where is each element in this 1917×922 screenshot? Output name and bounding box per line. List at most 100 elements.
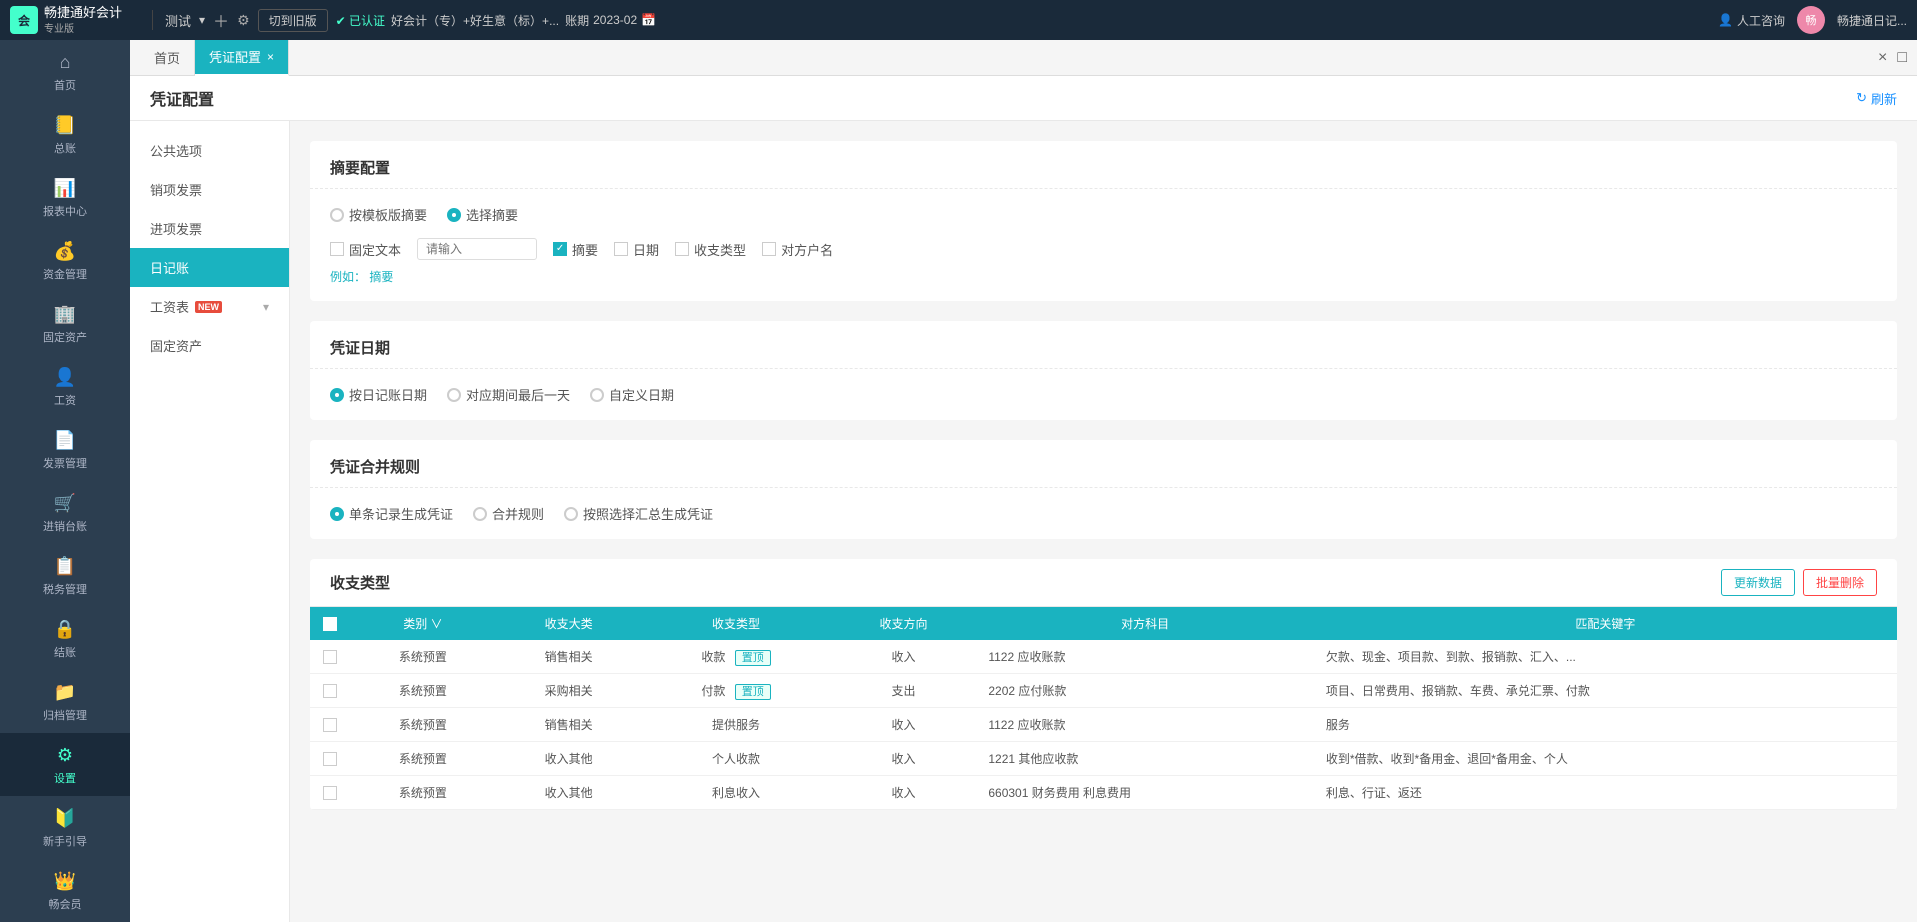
checkbox-summary-box xyxy=(553,242,567,256)
switch-old-version-button[interactable]: 切到旧版 xyxy=(258,9,328,32)
radio-custom-date-circle xyxy=(590,388,604,402)
td-checkbox-3[interactable] xyxy=(310,742,350,776)
table-row: 系统预置 销售相关 收款 置顶 收入 1122 应收账款 欠款、现金、项目款、到… xyxy=(310,640,1897,674)
sidebar-item-member[interactable]: 👑 畅会员 xyxy=(0,859,130,922)
radio-summary-gen[interactable]: 按照选择汇总生成凭证 xyxy=(564,504,713,523)
tab-maximize-button[interactable]: □ xyxy=(1897,49,1907,67)
td-checkbox-4[interactable] xyxy=(310,776,350,810)
funds-icon: 💰 xyxy=(54,241,76,262)
td-direction-0: 收入 xyxy=(831,640,977,674)
left-nav: 公共选项 销项发票 进项发票 日记账 工资表 NEW ▾ 固定资产 xyxy=(130,121,290,922)
td-direction-1: 支出 xyxy=(831,674,977,708)
td-keyword-2: 服务 xyxy=(1314,708,1897,742)
td-checkbox-2[interactable] xyxy=(310,708,350,742)
settings-icon[interactable]: ⚙ xyxy=(237,12,250,29)
checkbox-fixed-text[interactable]: 固定文本 xyxy=(330,240,401,259)
sidebar-item-payroll[interactable]: 👤 工资 xyxy=(0,355,130,418)
td-small-type-0: 收款 置顶 xyxy=(642,640,831,674)
td-account-1: 2202 应付账款 xyxy=(976,674,1314,708)
td-direction-2: 收入 xyxy=(831,708,977,742)
radio-select[interactable]: 选择摘要 xyxy=(447,205,518,224)
topbar: 会 畅捷通好会计 专业版 测试 ▾ ＋ ⚙ 切到旧版 ✔ 已认证 好会计（专）+… xyxy=(0,0,1917,40)
date-radio-group: 按日记账日期 对应期间最后一天 自定义日期 xyxy=(330,385,1877,404)
income-expense-title: 收支类型 xyxy=(330,572,390,593)
example-text: 例如： 摘要 xyxy=(330,268,1877,285)
service-button[interactable]: 👤 人工咨询 xyxy=(1718,12,1785,29)
left-nav-public[interactable]: 公共选项 xyxy=(130,131,289,170)
tab-voucher-config[interactable]: 凭证配置 × xyxy=(195,40,289,76)
sidebar-item-invoice[interactable]: 📄 发票管理 xyxy=(0,418,130,481)
tag-top-0[interactable]: 置顶 xyxy=(735,650,771,666)
tab-close-button[interactable]: × xyxy=(1878,49,1887,67)
summary-config-section: 摘要配置 按模板版摘要 选择摘要 xyxy=(310,141,1897,301)
sidebar-item-reports[interactable]: 📊 报表中心 xyxy=(0,166,130,229)
product-tags: 好会计（专）+好生意（标）+... xyxy=(391,12,559,29)
th-direction: 收支方向 xyxy=(831,607,977,640)
tab-home[interactable]: 首页 xyxy=(140,40,195,76)
td-category-3: 系统预置 xyxy=(350,742,496,776)
voucher-date-body: 按日记账日期 对应期间最后一天 自定义日期 xyxy=(310,369,1897,420)
summary-config-body: 按模板版摘要 选择摘要 固定文本 xyxy=(310,189,1897,301)
income-expense-header: 收支类型 更新数据 批量删除 xyxy=(310,559,1897,607)
income-expense-section: 收支类型 更新数据 批量删除 类别 ∨ xyxy=(310,559,1897,810)
brand-icon: 会 xyxy=(10,6,38,34)
sidebar-item-wizard[interactable]: 🔰 新手引导 xyxy=(0,796,130,859)
radio-template-circle xyxy=(330,208,344,222)
test-dropdown[interactable]: ▾ xyxy=(199,13,205,27)
radio-merge[interactable]: 合并规则 xyxy=(473,504,544,523)
merge-rules-body: 单条记录生成凭证 合并规则 按照选择汇总生成凭证 xyxy=(310,488,1897,539)
sidebar-item-closing[interactable]: 🔒 结账 xyxy=(0,607,130,670)
left-nav-purchase-invoice[interactable]: 进项发票 xyxy=(130,209,289,248)
left-nav-sales-invoice[interactable]: 销项发票 xyxy=(130,170,289,209)
radio-single[interactable]: 单条记录生成凭证 xyxy=(330,504,453,523)
sidebar-item-home[interactable]: ⌂ 首页 xyxy=(0,40,130,103)
checkbox-fixed-text-box xyxy=(330,242,344,256)
income-expense-table: 类别 ∨ 收支大类 收支类型 收支方向 对方科目 匹配关键字 xyxy=(310,607,1897,810)
left-nav-payroll-table[interactable]: 工资表 NEW ▾ xyxy=(130,287,289,326)
checkbox-counterpart[interactable]: 对方户名 xyxy=(762,240,833,259)
voucher-date-title: 凭证日期 xyxy=(310,321,1897,369)
td-small-type-3: 个人收款 xyxy=(642,742,831,776)
refresh-button[interactable]: ↻ 刷新 xyxy=(1856,89,1897,108)
radio-template[interactable]: 按模板版摘要 xyxy=(330,205,427,224)
tab-close-icon[interactable]: × xyxy=(267,50,274,64)
sidebar-item-archive[interactable]: 📁 归档管理 xyxy=(0,670,130,733)
left-nav-fixed-assets[interactable]: 固定资产 xyxy=(130,326,289,365)
checkbox-date[interactable]: 日期 xyxy=(614,240,659,259)
avatar[interactable]: 畅 xyxy=(1797,6,1825,34)
fixed-text-input[interactable] xyxy=(417,238,537,260)
topbar-right: 👤 人工咨询 畅 畅捷通日记... xyxy=(1718,6,1907,34)
left-nav-journal[interactable]: 日记账 xyxy=(130,248,289,287)
assets-icon: 🏢 xyxy=(54,304,76,325)
td-category-4: 系统预置 xyxy=(350,776,496,810)
table-header-row: 类别 ∨ 收支大类 收支类型 收支方向 对方科目 匹配关键字 xyxy=(310,607,1897,640)
add-button[interactable]: ＋ xyxy=(213,8,229,32)
main-layout: ⌂ 首页 📒 总账 📊 报表中心 💰 资金管理 🏢 固定资产 👤 工资 📄 发票… xyxy=(0,40,1917,922)
sidebar-item-funds[interactable]: 💰 资金管理 xyxy=(0,229,130,292)
test-label: 测试 xyxy=(165,11,191,30)
sidebar-item-settings[interactable]: ⚙ 设置 xyxy=(0,733,130,796)
update-data-button[interactable]: 更新数据 xyxy=(1721,569,1795,596)
main-panel: 摘要配置 按模板版摘要 选择摘要 xyxy=(290,121,1917,922)
radio-custom-date[interactable]: 自定义日期 xyxy=(590,385,674,404)
brand: 会 畅捷通好会计 专业版 xyxy=(10,5,140,36)
tag-top-1[interactable]: 置顶 xyxy=(735,684,771,700)
sidebar-item-assets[interactable]: 🏢 固定资产 xyxy=(0,292,130,355)
wizard-icon: 🔰 xyxy=(54,808,76,829)
new-badge: NEW xyxy=(195,301,222,313)
td-account-3: 1221 其他应收款 xyxy=(976,742,1314,776)
checkbox-summary[interactable]: 摘要 xyxy=(553,240,598,259)
batch-delete-button[interactable]: 批量删除 xyxy=(1803,569,1877,596)
sidebar-item-tax[interactable]: 📋 税务管理 xyxy=(0,544,130,607)
page-header: 凭证配置 ↻ 刷新 xyxy=(130,76,1917,121)
checkbox-pay-type[interactable]: 收支类型 xyxy=(675,240,746,259)
radio-last-day[interactable]: 对应期间最后一天 xyxy=(447,385,570,404)
td-checkbox-0[interactable] xyxy=(310,640,350,674)
td-checkbox-1[interactable] xyxy=(310,674,350,708)
table-row: 系统预置 销售相关 提供服务 收入 1122 应收账款 服务 xyxy=(310,708,1897,742)
invoice-icon: 📄 xyxy=(54,430,76,451)
radio-journal-date[interactable]: 按日记账日期 xyxy=(330,385,427,404)
sidebar-item-ledger[interactable]: 📒 总账 xyxy=(0,103,130,166)
purchase-icon: 🛒 xyxy=(54,493,76,514)
sidebar-item-purchase[interactable]: 🛒 进销台账 xyxy=(0,481,130,544)
